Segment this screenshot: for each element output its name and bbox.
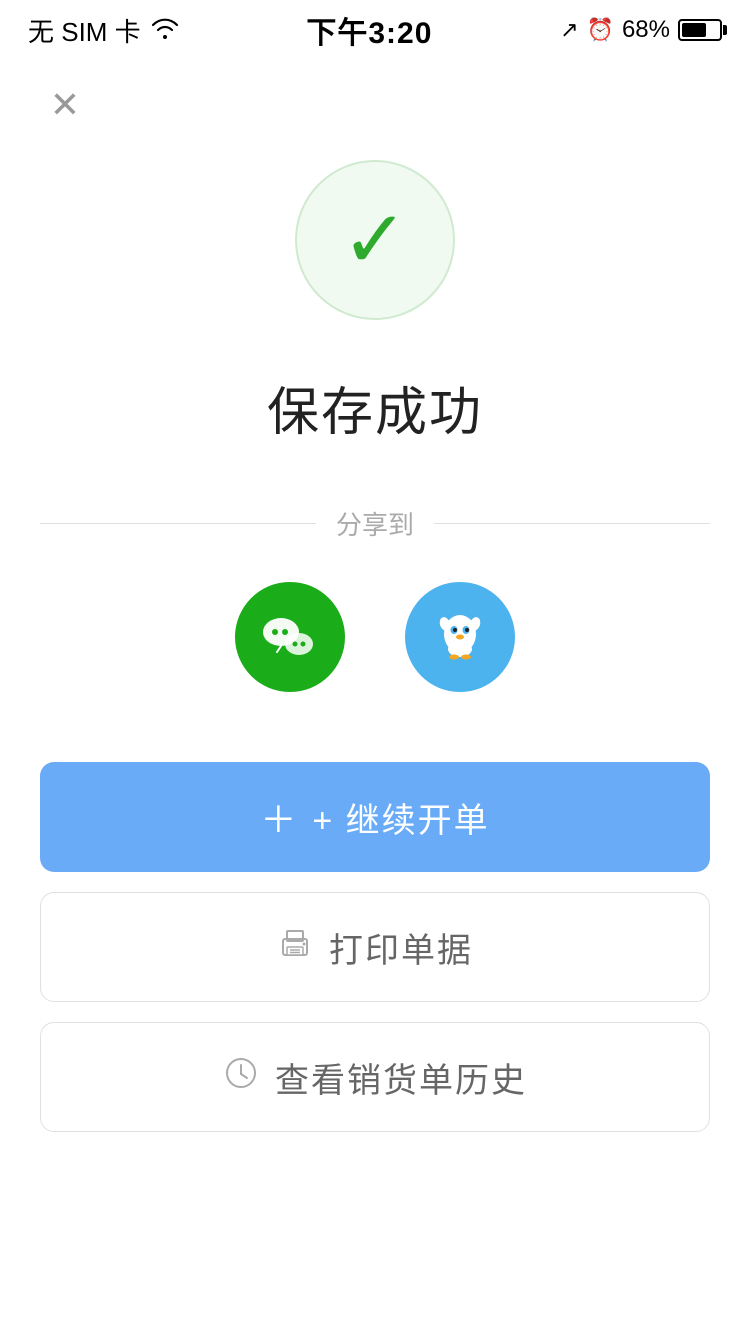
status-left: 无 SIM 卡	[28, 12, 179, 49]
share-label: 分享到	[336, 505, 414, 542]
success-title: 保存成功	[267, 370, 483, 445]
success-icon-wrapper: ✓	[295, 160, 455, 320]
no-sim-text: 无 SIM 卡	[28, 12, 141, 49]
qq-share-button[interactable]	[405, 582, 515, 692]
clock-icon	[223, 1055, 259, 1100]
plus-icon: ＋	[260, 791, 296, 843]
continue-order-label: + 继续开单	[312, 793, 489, 842]
battery-percent: 68%	[622, 16, 670, 44]
wechat-icon	[255, 602, 325, 672]
battery-icon	[678, 19, 722, 41]
share-section: 分享到	[40, 505, 710, 692]
printer-icon	[277, 925, 313, 970]
print-receipt-label: 打印单据	[329, 923, 473, 972]
share-divider-row: 分享到	[40, 505, 710, 542]
view-history-button[interactable]: 查看销货单历史	[40, 1022, 710, 1132]
divider-right	[434, 523, 710, 524]
location-icon: ↗	[560, 17, 578, 43]
print-receipt-button[interactable]: 打印单据	[40, 892, 710, 1002]
qq-icon	[425, 602, 495, 672]
close-icon: ✕	[50, 87, 80, 123]
status-bar: 无 SIM 卡 下午3:20 ↗ ⏰ 68%	[0, 0, 750, 60]
checkmark-icon: ✓	[341, 200, 408, 280]
status-right: ↗ ⏰ 68%	[560, 16, 722, 44]
close-button[interactable]: ✕	[40, 80, 90, 130]
main-content: ✕ ✓ 保存成功 分享到	[0, 60, 750, 1334]
share-icons-row	[235, 582, 515, 692]
wifi-icon	[151, 15, 179, 46]
wechat-share-button[interactable]	[235, 582, 345, 692]
divider-left	[40, 523, 316, 524]
continue-order-button[interactable]: ＋ + 继续开单	[40, 762, 710, 872]
action-buttons: ＋ + 继续开单 打印单据	[40, 762, 710, 1132]
view-history-label: 查看销货单历史	[275, 1053, 527, 1102]
status-time: 下午3:20	[306, 8, 432, 52]
alarm-icon: ⏰	[587, 17, 614, 43]
